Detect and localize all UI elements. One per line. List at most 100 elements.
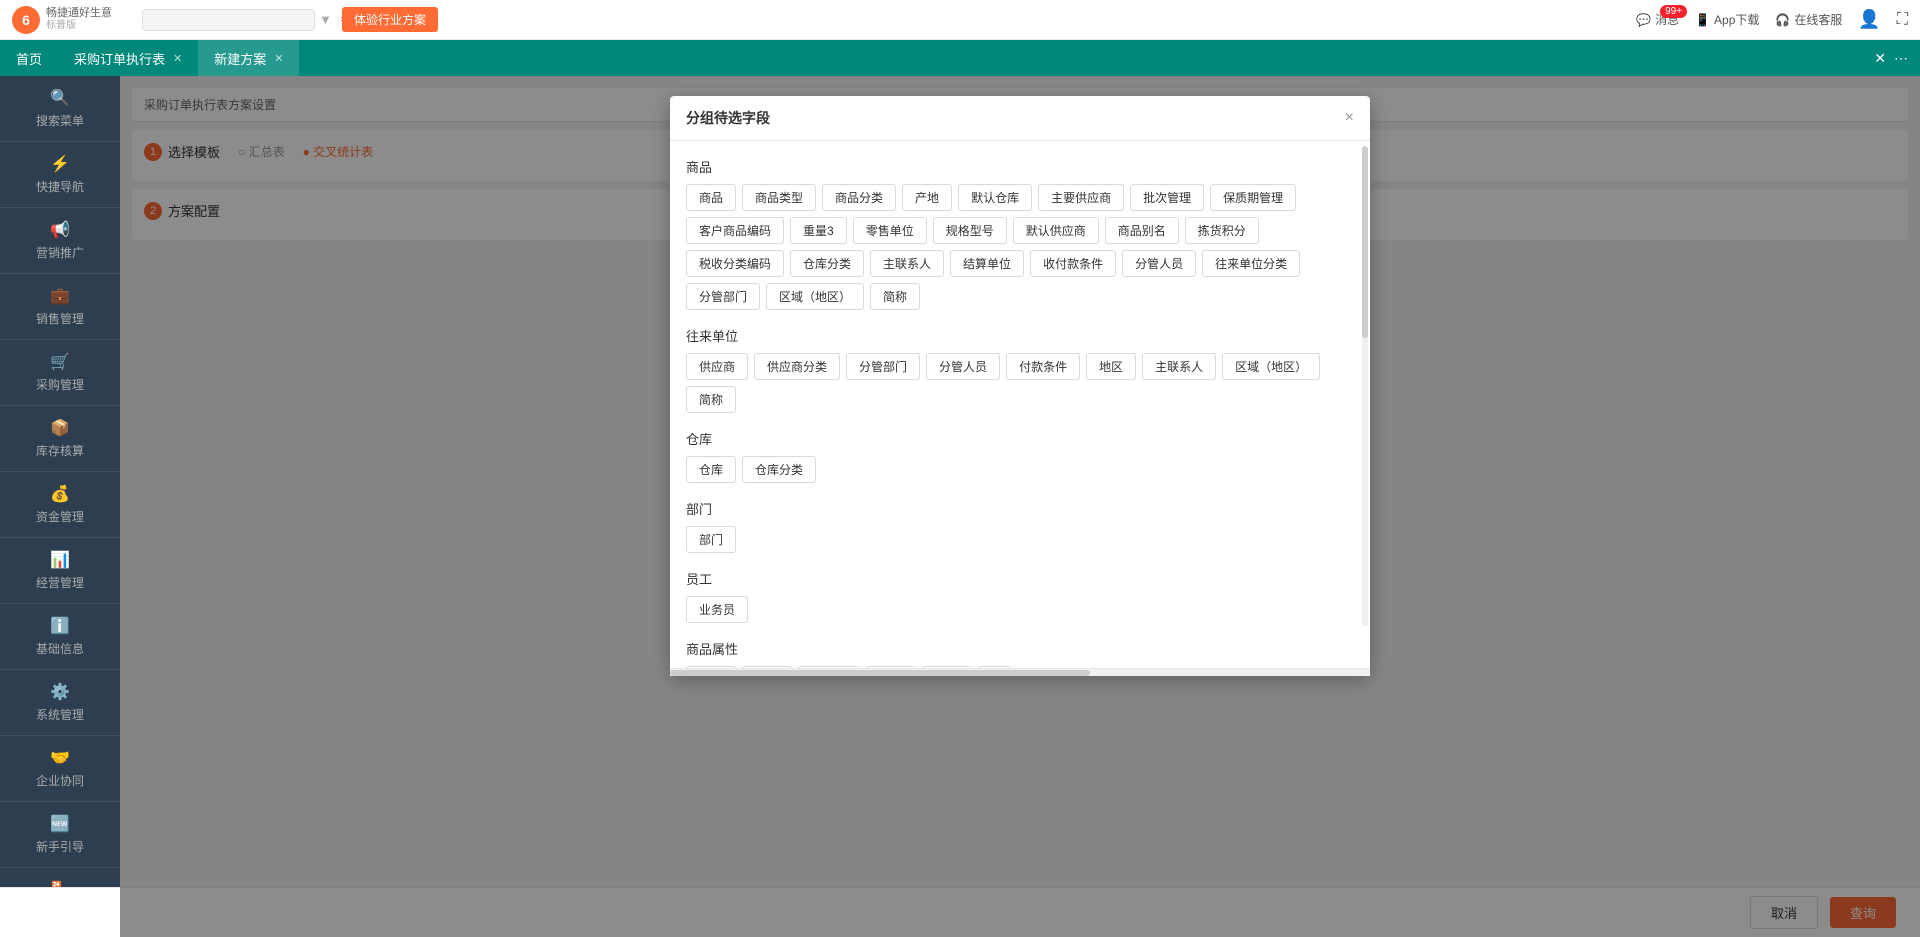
- field-tag-short-name2[interactable]: 简称: [686, 386, 736, 413]
- sidebar-item-marketing[interactable]: 📢 营销推广: [0, 208, 120, 274]
- section-employee-label: 员工: [686, 569, 1354, 588]
- basic-info-icon: ℹ️: [50, 616, 70, 636]
- field-tag-spec-model[interactable]: 规格型号: [933, 217, 1007, 244]
- partner-field-tags: 供应商 供应商分类 分管部门 分管人员 付款条件 地区 主联系人 区域（地区） …: [686, 353, 1354, 413]
- field-tag-payment-cond2[interactable]: 付款条件: [1006, 353, 1080, 380]
- tab-new-plan-label: 新建方案: [214, 49, 266, 68]
- expand-icon[interactable]: ⛶: [1897, 11, 1908, 29]
- tab-purchase-list-label: 采购订单执行表: [74, 49, 165, 68]
- sidebar-item-sales[interactable]: 💼 销售管理: [0, 274, 120, 340]
- nav-tabs: 首页 采购订单执行表 ✕ 新建方案 ✕ ✕ ⋯: [0, 40, 1920, 76]
- field-tag-goods-type[interactable]: 商品类型: [742, 184, 816, 211]
- field-tag-tax-code[interactable]: 税收分类编码: [686, 250, 784, 277]
- sidebar-item-inventory[interactable]: 📦 库存核算: [0, 406, 120, 472]
- modal-horizontal-scrollbar[interactable]: [670, 668, 1370, 676]
- field-tag-main-contact[interactable]: 主联系人: [870, 250, 944, 277]
- field-tag-dept[interactable]: 部门: [686, 526, 736, 553]
- close-window-icon[interactable]: ✕: [1874, 50, 1886, 67]
- section-dept: 部门 部门: [686, 499, 1354, 553]
- sidebar-item-operation[interactable]: 📊 经营管理: [0, 538, 120, 604]
- field-tag-mgmt-dept[interactable]: 分管部门: [686, 283, 760, 310]
- sidebar-item-newbie[interactable]: 🆕 新手引导: [0, 802, 120, 868]
- sidebar-item-quick-nav[interactable]: ⚡ 快捷导航: [0, 142, 120, 208]
- app-download[interactable]: 📱 App下载: [1695, 11, 1759, 28]
- field-tag-pick-points[interactable]: 拣货积分: [1185, 217, 1259, 244]
- sidebar-label-marketing: 营销推广: [36, 244, 84, 261]
- field-tag-region2[interactable]: 区域（地区）: [1222, 353, 1320, 380]
- field-tag-mgmt-person2[interactable]: 分管人员: [926, 353, 1000, 380]
- field-tag-salesperson[interactable]: 业务员: [686, 596, 748, 623]
- user-avatar[interactable]: 👤: [1858, 9, 1880, 30]
- field-tag-payment-conditions[interactable]: 收付款条件: [1030, 250, 1116, 277]
- dropdown-arrow[interactable]: ▼: [319, 12, 332, 27]
- field-tag-goods-alias[interactable]: 商品别名: [1105, 217, 1179, 244]
- inventory-icon: 📦: [50, 418, 70, 438]
- field-tag-main-contact2[interactable]: 主联系人: [1142, 353, 1216, 380]
- field-tag-warehouse-cat[interactable]: 仓库分类: [742, 456, 816, 483]
- logo-sub: 标普版: [46, 20, 112, 32]
- sidebar-item-search[interactable]: 🔍 搜索菜单: [0, 76, 120, 142]
- tab-home[interactable]: 首页: [0, 40, 58, 76]
- modal-body: 商品 商品 商品类型 商品分类 产地 默认仓库 主要供应商 批次管理 保质期管理…: [670, 141, 1370, 668]
- field-tag-main-supplier[interactable]: 主要供应商: [1038, 184, 1124, 211]
- field-tag-area2[interactable]: 地区: [1086, 353, 1136, 380]
- sidebar-label-search: 搜索菜单: [36, 112, 84, 129]
- sidebar-item-purchase[interactable]: 🛒 采购管理: [0, 340, 120, 406]
- section-goods: 商品 商品 商品类型 商品分类 产地 默认仓库 主要供应商 批次管理 保质期管理…: [686, 157, 1354, 310]
- field-tag-region[interactable]: 区域（地区）: [766, 283, 864, 310]
- field-tag-retail-unit[interactable]: 零售单位: [853, 217, 927, 244]
- employee-field-tags: 业务员: [686, 596, 1354, 623]
- online-service[interactable]: 🎧 在线客服: [1775, 11, 1842, 28]
- collab-icon: 🤝: [50, 748, 70, 768]
- sidebar-item-collab[interactable]: 🤝 企业协同: [0, 736, 120, 802]
- warehouse-field-tags: 仓库 仓库分类: [686, 456, 1354, 483]
- main-layout: 🔍 搜索菜单 ⚡ 快捷导航 📢 营销推广 💼 销售管理 🛒 采购管理 📦 库存核…: [0, 76, 1920, 937]
- tab-new-plan-close[interactable]: ✕: [274, 52, 283, 65]
- field-tag-goods[interactable]: 商品: [686, 184, 736, 211]
- section-warehouse-label: 仓库: [686, 429, 1354, 448]
- nav-more-icon[interactable]: ⋯: [1894, 50, 1908, 67]
- tab-purchase-close[interactable]: ✕: [173, 52, 182, 65]
- field-tag-supplier[interactable]: 供应商: [686, 353, 748, 380]
- field-tag-short-name[interactable]: 简称: [870, 283, 920, 310]
- modal-title: 分组待选字段: [686, 108, 770, 128]
- newbie-icon: 🆕: [50, 814, 70, 834]
- section-goods-label: 商品: [686, 157, 1354, 176]
- modal-close-button[interactable]: ×: [1345, 109, 1354, 127]
- search-input[interactable]: [142, 9, 315, 31]
- field-tag-weight3[interactable]: 重量3: [790, 217, 847, 244]
- system-icon: ⚙️: [50, 682, 70, 702]
- field-tag-origin[interactable]: 产地: [902, 184, 952, 211]
- field-tag-batch-mgmt[interactable]: 批次管理: [1130, 184, 1204, 211]
- field-tag-expiry-mgmt[interactable]: 保质期管理: [1210, 184, 1296, 211]
- sidebar-item-system[interactable]: ⚙️ 系统管理: [0, 670, 120, 736]
- field-tag-warehouse-category[interactable]: 仓库分类: [790, 250, 864, 277]
- tab-new-plan[interactable]: 新建方案 ✕: [198, 40, 299, 76]
- field-tag-partner-category[interactable]: 往来单位分类: [1202, 250, 1300, 277]
- field-tag-customer-goods-code[interactable]: 客户商品编码: [686, 217, 784, 244]
- section-goods-attr: 商品属性 属性 颜色 多规格 尺码 鞋码 1: [686, 639, 1354, 668]
- section-partner: 往来单位 供应商 供应商分类 分管部门 分管人员 付款条件 地区 主联系人 区域…: [686, 326, 1354, 413]
- field-tag-manager-person[interactable]: 分管人员: [1122, 250, 1196, 277]
- field-tag-mgmt-dept2[interactable]: 分管部门: [846, 353, 920, 380]
- section-employee: 员工 业务员: [686, 569, 1354, 623]
- field-tag-default-supplier[interactable]: 默认供应商: [1013, 217, 1099, 244]
- modal-vertical-scrollbar[interactable]: [1362, 146, 1368, 626]
- search-bar-area: ▼ ⚙: [142, 9, 342, 31]
- field-tag-settlement-unit[interactable]: 结算单位: [950, 250, 1024, 277]
- finance-icon: 💰: [50, 484, 70, 504]
- vscroll-thumb: [1362, 146, 1368, 338]
- field-tag-supplier-category[interactable]: 供应商分类: [754, 353, 840, 380]
- field-select-modal: 分组待选字段 × 商品 商品 商品类型 商品分类 产地 默认仓库 主要供应商: [670, 96, 1370, 676]
- message-count: 99+: [1660, 5, 1687, 18]
- tab-purchase-list[interactable]: 采购订单执行表 ✕: [58, 40, 198, 76]
- field-tag-default-warehouse[interactable]: 默认仓库: [958, 184, 1032, 211]
- sidebar-item-basic-info[interactable]: ℹ️ 基础信息: [0, 604, 120, 670]
- field-tag-warehouse[interactable]: 仓库: [686, 456, 736, 483]
- sidebar-item-finance[interactable]: 💰 资金管理: [0, 472, 120, 538]
- field-tag-goods-category[interactable]: 商品分类: [822, 184, 896, 211]
- message-badge[interactable]: 💬 消息 99+: [1636, 11, 1679, 28]
- quick-nav-icon: ⚡: [50, 154, 70, 174]
- modal-header: 分组待选字段 ×: [670, 96, 1370, 141]
- experience-btn[interactable]: 体验行业方案: [342, 7, 438, 32]
